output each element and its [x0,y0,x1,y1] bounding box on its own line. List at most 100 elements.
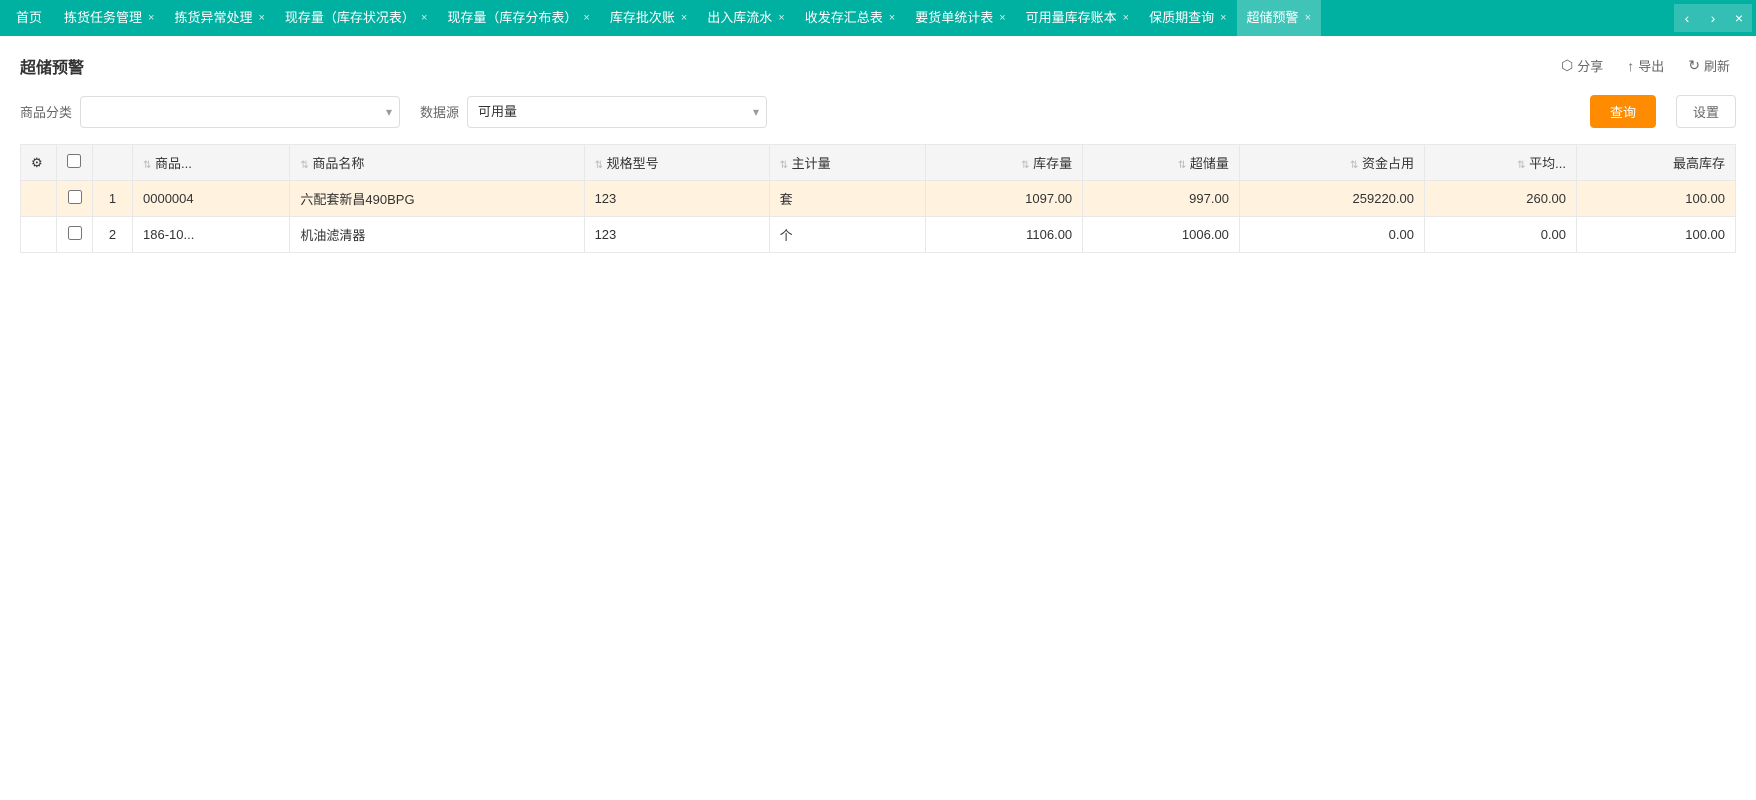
table-row: 2 186-10... 机油滤清器 123 个 1106.00 1006.00 … [21,217,1736,253]
nav-item-quality-check[interactable]: 保质期查询 × [1139,0,1236,36]
refresh-button[interactable]: ↻ 刷新 [1682,52,1736,79]
category-select[interactable] [80,96,400,128]
nav-item-abnormal[interactable]: 拣货异常处理 × [164,0,274,36]
close-icon[interactable]: × [1123,0,1129,36]
page-title: 超储预警 [20,54,84,78]
nav-item-inventory-status[interactable]: 现存量（库存状况表） × [275,0,437,36]
sort-icon: ⇅ [1021,160,1029,171]
row-checkbox-cell [57,181,93,217]
th-spec[interactable]: ⇅ 规格型号 [584,145,769,181]
close-icon[interactable]: × [1305,0,1311,36]
th-product-code[interactable]: ⇅ 商品... [133,145,290,181]
top-nav: 首页 拣货任务管理 × 拣货异常处理 × 现存量（库存状况表） × 现存量（库存… [0,0,1756,36]
row-checkbox-cell [57,217,93,253]
row-product-name: 六配套新昌490BPG [290,181,584,217]
row-checkbox[interactable] [68,190,82,204]
row-capital: 0.00 [1239,217,1424,253]
data-table: ⚙ ⇅ 商品... ⇅ 商品名称 ⇅ 规格型号 [20,144,1736,253]
th-seq [93,145,133,181]
nav-item-collect-summary[interactable]: 收发存汇总表 × [795,0,905,36]
query-button[interactable]: 查询 [1590,95,1656,128]
table-row: 1 0000004 六配套新昌490BPG 123 套 1097.00 997.… [21,181,1736,217]
table-body: 1 0000004 六配套新昌490BPG 123 套 1097.00 997.… [21,181,1736,253]
th-overstock[interactable]: ⇅ 超储量 [1083,145,1240,181]
row-product-name: 机油滤清器 [290,217,584,253]
row-product-code: 0000004 [133,181,290,217]
export-button[interactable]: ↑ 导出 [1621,52,1670,79]
share-button[interactable]: ⬡ 分享 [1555,52,1609,79]
th-checkbox [57,145,93,181]
row-avg: 260.00 [1424,181,1576,217]
th-max-stock: 最高库存 [1577,145,1736,181]
row-stock: 1106.00 [926,217,1083,253]
filter-group-category: 商品分类 ▾ [20,96,400,128]
share-icon: ⬡ [1561,57,1573,74]
sort-icon: ⇅ [143,160,151,171]
close-icon[interactable]: × [583,0,589,36]
sort-icon: ⇅ [1517,160,1525,171]
row-spec: 123 [584,181,769,217]
row-seq: 2 [93,217,133,253]
row-max-stock: 100.00 [1577,181,1736,217]
close-icon[interactable]: × [889,0,895,36]
nav-arrows: ‹ › × [1674,4,1752,32]
nav-item-task-mgmt[interactable]: 拣货任务管理 × [54,0,164,36]
nav-item-batch[interactable]: 库存批次账 × [600,0,697,36]
nav-item-inout-flow[interactable]: 出入库流水 × [697,0,794,36]
close-icon[interactable]: × [681,0,687,36]
row-overstock: 1006.00 [1083,217,1240,253]
close-icon[interactable]: × [778,0,784,36]
row-checkbox[interactable] [68,226,82,240]
row-seq: 1 [93,181,133,217]
select-all-checkbox[interactable] [67,154,81,168]
sort-icon: ⇅ [780,160,788,171]
nav-home[interactable]: 首页 [4,0,54,36]
close-icon[interactable]: × [258,0,264,36]
th-stock[interactable]: ⇅ 库存量 [926,145,1083,181]
category-label: 商品分类 [20,102,72,121]
th-product-name[interactable]: ⇅ 商品名称 [290,145,584,181]
datasource-select-wrap: 可用量 总量 ▾ [467,96,767,128]
export-icon: ↑ [1627,58,1634,74]
sort-icon: ⇅ [1350,160,1358,171]
row-product-code: 186-10... [133,217,290,253]
filter-row: 商品分类 ▾ 数据源 可用量 总量 ▾ 查询 设置 [20,95,1736,128]
th-unit[interactable]: ⇅ 主计量 [769,145,926,181]
sort-icon: ⇅ [300,160,308,171]
settings-button[interactable]: 设置 [1676,95,1736,128]
row-unit: 个 [769,217,926,253]
row-overstock: 997.00 [1083,181,1240,217]
datasource-select[interactable]: 可用量 总量 [467,96,767,128]
row-gear-cell [21,181,57,217]
th-capital[interactable]: ⇅ 资金占用 [1239,145,1424,181]
close-icon[interactable]: × [999,0,1005,36]
nav-more-button[interactable]: × [1726,4,1752,32]
close-icon[interactable]: × [421,0,427,36]
row-avg: 0.00 [1424,217,1576,253]
row-stock: 1097.00 [926,181,1083,217]
th-avg[interactable]: ⇅ 平均... [1424,145,1576,181]
th-gear: ⚙ [21,145,57,181]
nav-item-inventory-dist[interactable]: 现存量（库存分布表） × [437,0,599,36]
row-max-stock: 100.00 [1577,217,1736,253]
datasource-label: 数据源 [420,102,459,121]
row-capital: 259220.00 [1239,181,1424,217]
nav-next-button[interactable]: › [1700,4,1726,32]
page-content: 超储预警 ⬡ 分享 ↑ 导出 ↻ 刷新 商品分类 ▾ [0,36,1756,269]
nav-prev-button[interactable]: ‹ [1674,4,1700,32]
refresh-icon: ↻ [1688,57,1700,74]
row-unit: 套 [769,181,926,217]
close-icon[interactable]: × [1220,0,1226,36]
page-title-row: 超储预警 ⬡ 分享 ↑ 导出 ↻ 刷新 [20,52,1736,79]
nav-item-overstock-warning[interactable]: 超储预警 × [1237,0,1321,36]
nav-item-order-stats[interactable]: 要货单统计表 × [905,0,1015,36]
nav-item-available-account[interactable]: 可用量库存账本 × [1016,0,1139,36]
close-icon[interactable]: × [148,0,154,36]
filter-group-datasource: 数据源 可用量 总量 ▾ [420,96,767,128]
sort-icon: ⇅ [595,160,603,171]
category-select-wrap: ▾ [80,96,400,128]
row-spec: 123 [584,217,769,253]
gear-icon[interactable]: ⚙ [31,155,43,170]
table-header-row: ⚙ ⇅ 商品... ⇅ 商品名称 ⇅ 规格型号 [21,145,1736,181]
row-gear-cell [21,217,57,253]
